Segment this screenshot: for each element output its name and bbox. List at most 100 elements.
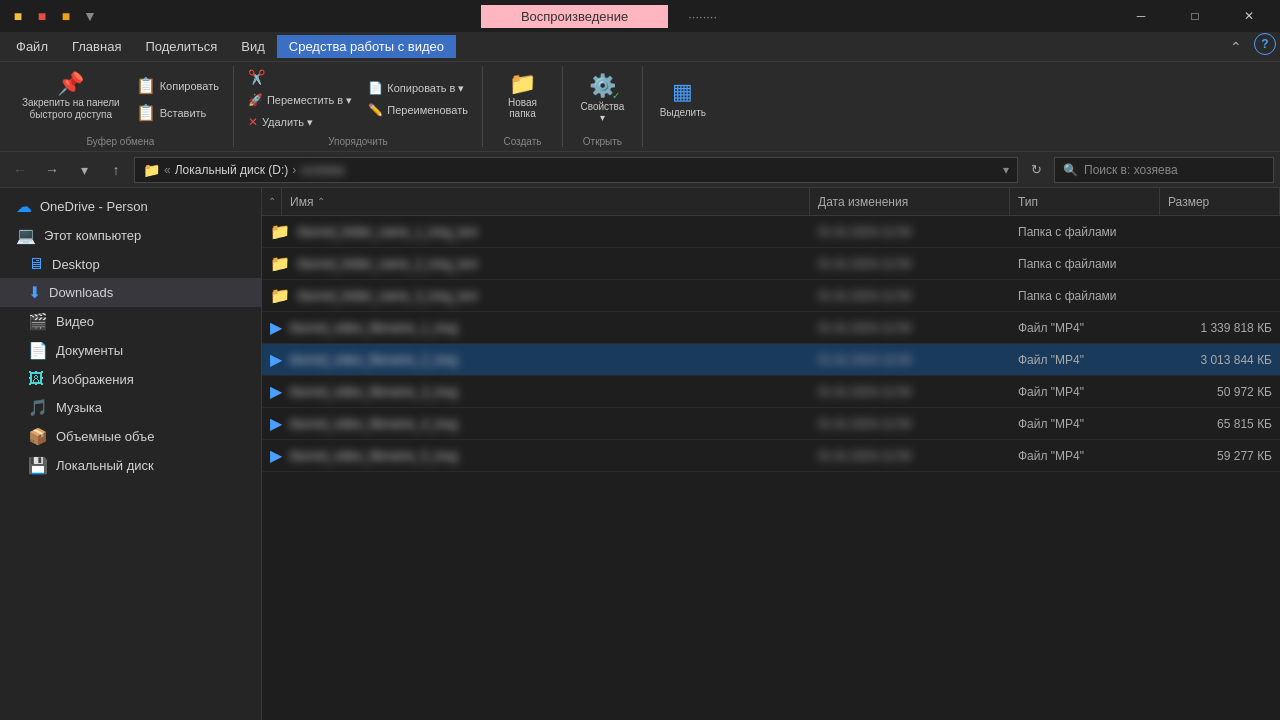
refresh-button[interactable]: ↻ [1022, 156, 1050, 184]
close-button[interactable]: ✕ [1226, 2, 1272, 30]
sidebar-item-images[interactable]: 🖼 Изображения [0, 365, 261, 393]
file-name: blurred_folder_name_2_long_text [298, 257, 477, 271]
file-cell-name: 📁 blurred_folder_name_2_long_text [262, 248, 810, 279]
ribbon-collapse-button[interactable]: ⌃ [1222, 33, 1250, 61]
col-header-type[interactable]: Тип [1010, 188, 1160, 215]
file-date: 01.01.2024 12:00 [818, 225, 911, 239]
maximize-button[interactable]: □ [1172, 2, 1218, 30]
sidebar-label-images: Изображения [52, 372, 134, 387]
file-date: 01.01.2024 12:00 [818, 289, 911, 303]
sidebar-item-onedrive[interactable]: ☁ OneDrive - Person [0, 192, 261, 221]
menu-file[interactable]: Файл [4, 35, 60, 58]
video-file-icon: ▶ [270, 382, 282, 401]
recent-button[interactable]: ▾ [70, 156, 98, 184]
sidebar-label-desktop: Desktop [52, 257, 100, 272]
move-label: Переместить в ▾ [267, 94, 352, 107]
address-bar: ← → ▾ ↑ 📁 « Локальный диск (D:) › хозяев… [0, 152, 1280, 188]
main-area: ☁ OneDrive - Person 💻 Этот компьютер 🖥 D… [0, 188, 1280, 720]
table-row[interactable]: ▶ blurred_video_filename_1_long 01.01.20… [262, 312, 1280, 344]
table-row[interactable]: ▶ blurred_video_filename_3_long 01.01.20… [262, 376, 1280, 408]
file-cell-type: Папка с файлами [1010, 216, 1160, 247]
table-row[interactable]: ▶ blurred_video_filename_2_long 01.01.20… [262, 344, 1280, 376]
open-label: Открыть [583, 132, 622, 147]
help-button[interactable]: ? [1254, 33, 1276, 55]
col-header-size[interactable]: Размер [1160, 188, 1280, 215]
table-row[interactable]: ▶ blurred_video_filename_5_long 01.01.20… [262, 440, 1280, 472]
active-tab[interactable]: Воспроизведение [481, 5, 668, 28]
ribbon-group-organize: ✂️ 🚀 Переместить в ▾ ✕ Удалить ▾ 📄 Копир… [234, 66, 483, 147]
col-header-name[interactable]: Имя ⌃ [282, 188, 810, 215]
col-header-date[interactable]: Дата изменения [810, 188, 1010, 215]
sidebar-item-this-computer[interactable]: 💻 Этот компьютер [0, 221, 261, 250]
sidebar-label-3d: Объемные объе [56, 429, 154, 444]
onedrive-icon: ☁ [16, 197, 32, 216]
file-name: blurred_video_filename_4_long [290, 417, 457, 431]
rename-icon: ✏️ [368, 103, 383, 117]
move-to-button[interactable]: 🚀 Переместить в ▾ [242, 90, 358, 110]
folder-icon: 📁 [270, 286, 290, 305]
sidebar-item-downloads[interactable]: ⬇ Downloads [0, 278, 261, 307]
select-button[interactable]: ▦ Выделить [654, 75, 712, 135]
sidebar-item-music[interactable]: 🎵 Музыка [0, 393, 261, 422]
address-path[interactable]: 📁 « Локальный диск (D:) › хозяева ▾ [134, 157, 1018, 183]
file-list: 📁 blurred_folder_name_1_long_text 01.01.… [262, 216, 1280, 720]
organize-label: Упорядочить [328, 132, 388, 147]
file-name: blurred_video_filename_3_long [290, 385, 457, 399]
menu-home[interactable]: Главная [60, 35, 133, 58]
new-folder-button[interactable]: 📁 Новаяпапка [497, 69, 547, 129]
copy-to-icon: 📄 [368, 81, 383, 95]
menu-share[interactable]: Поделиться [133, 35, 229, 58]
sidebar-item-video[interactable]: 🎬 Видео [0, 307, 261, 336]
minimize-button[interactable]: ─ [1118, 2, 1164, 30]
pin-icon: 📌 [57, 73, 84, 95]
sidebar-item-3d[interactable]: 📦 Объемные объе [0, 422, 261, 451]
copy-to-button[interactable]: 📄 Копировать в ▾ [362, 78, 474, 98]
properties-button[interactable]: ⚙️ ✓ Свойства▾ [574, 69, 630, 129]
file-area: ⌃ Имя ⌃ Дата изменения Тип Размер 📁 blur… [262, 188, 1280, 720]
file-cell-name: ▶ blurred_video_filename_2_long [262, 344, 810, 375]
file-cell-date: 01.01.2024 12:00 [810, 376, 1010, 407]
copy-button[interactable]: 📋 Копировать [130, 73, 225, 98]
sidebar-item-desktop[interactable]: 🖥 Desktop [0, 250, 261, 278]
file-date: 01.01.2024 12:00 [818, 385, 911, 399]
paste-icon: 📋 [136, 103, 156, 122]
menu-bar: Файл Главная Поделиться Вид Средства раб… [0, 32, 1280, 62]
cut-button[interactable]: ✂️ [242, 66, 358, 88]
file-cell-size [1160, 248, 1280, 279]
icon-yellow: ■ [8, 6, 28, 26]
sidebar-item-documents[interactable]: 📄 Документы [0, 336, 261, 365]
file-date: 01.01.2024 12:00 [818, 449, 911, 463]
forward-button[interactable]: → [38, 156, 66, 184]
file-name: blurred_video_filename_5_long [290, 449, 457, 463]
file-cell-size: 50 972 КБ [1160, 376, 1280, 407]
cut-icon: ✂️ [248, 69, 265, 85]
pin-quick-access-button[interactable]: 📌 Закрепить на панелибыстрого доступа [16, 69, 126, 129]
sidebar-label-onedrive: OneDrive - Person [40, 199, 148, 214]
file-cell-type: Файл "MP4" [1010, 312, 1160, 343]
file-list-header: ⌃ Имя ⌃ Дата изменения Тип Размер [262, 188, 1280, 216]
title-bar-icons: ■ ■ ■ ▼ [8, 6, 100, 26]
paste-button[interactable]: 📋 Вставить [130, 100, 225, 125]
open-buttons: ⚙️ ✓ Свойства▾ [574, 66, 630, 132]
file-cell-type: Папка с файлами [1010, 248, 1160, 279]
up-button[interactable]: ↑ [102, 156, 130, 184]
ribbon-group-select: ▦ Выделить [643, 66, 723, 147]
table-row[interactable]: 📁 blurred_folder_name_2_long_text 01.01.… [262, 248, 1280, 280]
inactive-tab[interactable]: ········ [668, 5, 737, 28]
sidebar-item-local-disk[interactable]: 💾 Локальный диск [0, 451, 261, 480]
move-icon: 🚀 [248, 93, 263, 107]
table-row[interactable]: ▶ blurred_video_filename_4_long 01.01.20… [262, 408, 1280, 440]
rename-button[interactable]: ✏️ Переименовать [362, 100, 474, 120]
menu-video-tools[interactable]: Средства работы с видео [277, 35, 456, 58]
delete-button[interactable]: ✕ Удалить ▾ [242, 112, 358, 132]
table-row[interactable]: 📁 blurred_folder_name_1_long_text 01.01.… [262, 216, 1280, 248]
file-cell-size: 3 013 844 КБ [1160, 344, 1280, 375]
path-separator-1: « [164, 163, 171, 177]
search-box[interactable]: 🔍 Поиск в: хозяева [1054, 157, 1274, 183]
table-row[interactable]: 📁 blurred_folder_name_3_long_text 01.01.… [262, 280, 1280, 312]
back-button[interactable]: ← [6, 156, 34, 184]
menu-view[interactable]: Вид [229, 35, 277, 58]
sort-col-header: ⌃ [262, 188, 282, 215]
window-controls: ─ □ ✕ [1118, 2, 1272, 30]
file-date: 01.01.2024 12:00 [818, 321, 911, 335]
